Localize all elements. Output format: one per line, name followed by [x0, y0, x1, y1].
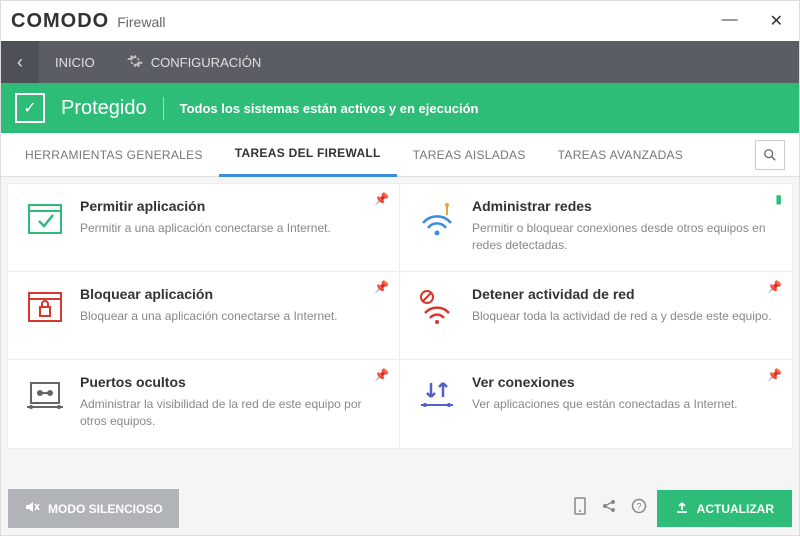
card-view-connections[interactable]: Ver conexiones Ver aplicaciones que está…: [400, 360, 792, 448]
status-bar: ✓ Protegido Todos los sistemas están act…: [1, 83, 799, 133]
mute-icon: [24, 499, 40, 518]
card-title: Administrar redes: [472, 198, 776, 214]
share-icon[interactable]: [601, 498, 617, 519]
stop-network-icon: [416, 286, 458, 328]
silent-label: MODO SILENCIOSO: [48, 502, 163, 516]
tab-general-tools[interactable]: HERRAMIENTAS GENERALES: [9, 133, 219, 177]
pin-icon[interactable]: 📌: [767, 368, 782, 382]
card-title: Permitir aplicación: [80, 198, 383, 214]
card-desc: Permitir o bloquear conexiones desde otr…: [472, 220, 776, 254]
pin-icon[interactable]: 📌: [374, 368, 389, 382]
window-controls: — ✕: [716, 9, 789, 33]
card-allow-app[interactable]: Permitir aplicación Permitir a una aplic…: [8, 184, 400, 272]
nav-settings[interactable]: CONFIGURACIÓN: [111, 41, 278, 83]
card-hidden-ports[interactable]: Puertos ocultos Administrar la visibilid…: [8, 360, 400, 448]
card-desc: Bloquear toda la actividad de red a y de…: [472, 308, 776, 325]
card-title: Puertos ocultos: [80, 374, 383, 390]
tab-advanced-tasks[interactable]: TAREAS AVANZADAS: [542, 133, 700, 177]
upload-icon: [675, 500, 689, 517]
card-desc: Administrar la visibilidad de la red de …: [80, 396, 383, 430]
card-title: Ver conexiones: [472, 374, 776, 390]
update-label: ACTUALIZAR: [697, 502, 774, 516]
card-manage-networks[interactable]: Administrar redes Permitir o bloquear co…: [400, 184, 792, 272]
logo: COMODO Firewall: [11, 10, 165, 33]
tabs: HERRAMIENTAS GENERALES TAREAS DEL FIREWA…: [1, 133, 799, 177]
close-button[interactable]: ✕: [764, 9, 789, 33]
footer-icons: ?: [573, 497, 647, 520]
cards-grid: Permitir aplicación Permitir a una aplic…: [7, 183, 793, 449]
footer: MODO SILENCIOSO ? ACTUALIZAR: [8, 489, 792, 528]
connections-icon: [416, 374, 458, 416]
nav-home[interactable]: INICIO: [39, 41, 111, 83]
tab-isolated-tasks[interactable]: TAREAS AISLADAS: [397, 133, 542, 177]
allow-app-icon: [24, 198, 66, 240]
card-title: Bloquear aplicación: [80, 286, 383, 302]
status-title: Protegido: [61, 97, 164, 120]
card-stop-network[interactable]: Detener actividad de red Bloquear toda l…: [400, 272, 792, 360]
card-block-app[interactable]: Bloquear aplicación Bloquear a una aplic…: [8, 272, 400, 360]
block-app-icon: [24, 286, 66, 328]
pin-icon[interactable]: 📌: [374, 192, 389, 206]
minimize-button[interactable]: —: [716, 9, 744, 33]
back-button[interactable]: ‹: [1, 41, 39, 83]
wifi-icon: [416, 198, 458, 240]
mobile-icon[interactable]: [573, 497, 587, 520]
status-subtitle: Todos los sistemas están activos y en ej…: [180, 101, 479, 116]
update-button[interactable]: ACTUALIZAR: [657, 490, 792, 527]
gear-icon: [127, 53, 143, 72]
status-check-icon: ✓: [15, 93, 45, 123]
search-button[interactable]: [755, 140, 785, 170]
brand-name: COMODO: [11, 10, 109, 33]
svg-text:?: ?: [636, 502, 641, 512]
navbar: ‹ INICIO CONFIGURACIÓN: [1, 41, 799, 83]
tab-firewall-tasks[interactable]: TAREAS DEL FIREWALL: [219, 133, 397, 177]
search-icon: [763, 148, 777, 162]
card-title: Detener actividad de red: [472, 286, 776, 302]
pin-icon[interactable]: 📌: [374, 280, 389, 294]
card-desc: Ver aplicaciones que están conectadas a …: [472, 396, 776, 413]
hidden-ports-icon: [24, 374, 66, 416]
help-icon[interactable]: ?: [631, 498, 647, 519]
nav-settings-label: CONFIGURACIÓN: [151, 55, 262, 70]
titlebar: COMODO Firewall — ✕: [1, 1, 799, 41]
silent-mode-button[interactable]: MODO SILENCIOSO: [8, 489, 179, 528]
nav-home-label: INICIO: [55, 55, 95, 70]
card-desc: Permitir a una aplicación conectarse a I…: [80, 220, 383, 237]
pin-icon[interactable]: 📌: [767, 280, 782, 294]
card-desc: Bloquear a una aplicación conectarse a I…: [80, 308, 383, 325]
pin-icon[interactable]: ▮: [775, 192, 782, 206]
product-name: Firewall: [117, 14, 165, 30]
